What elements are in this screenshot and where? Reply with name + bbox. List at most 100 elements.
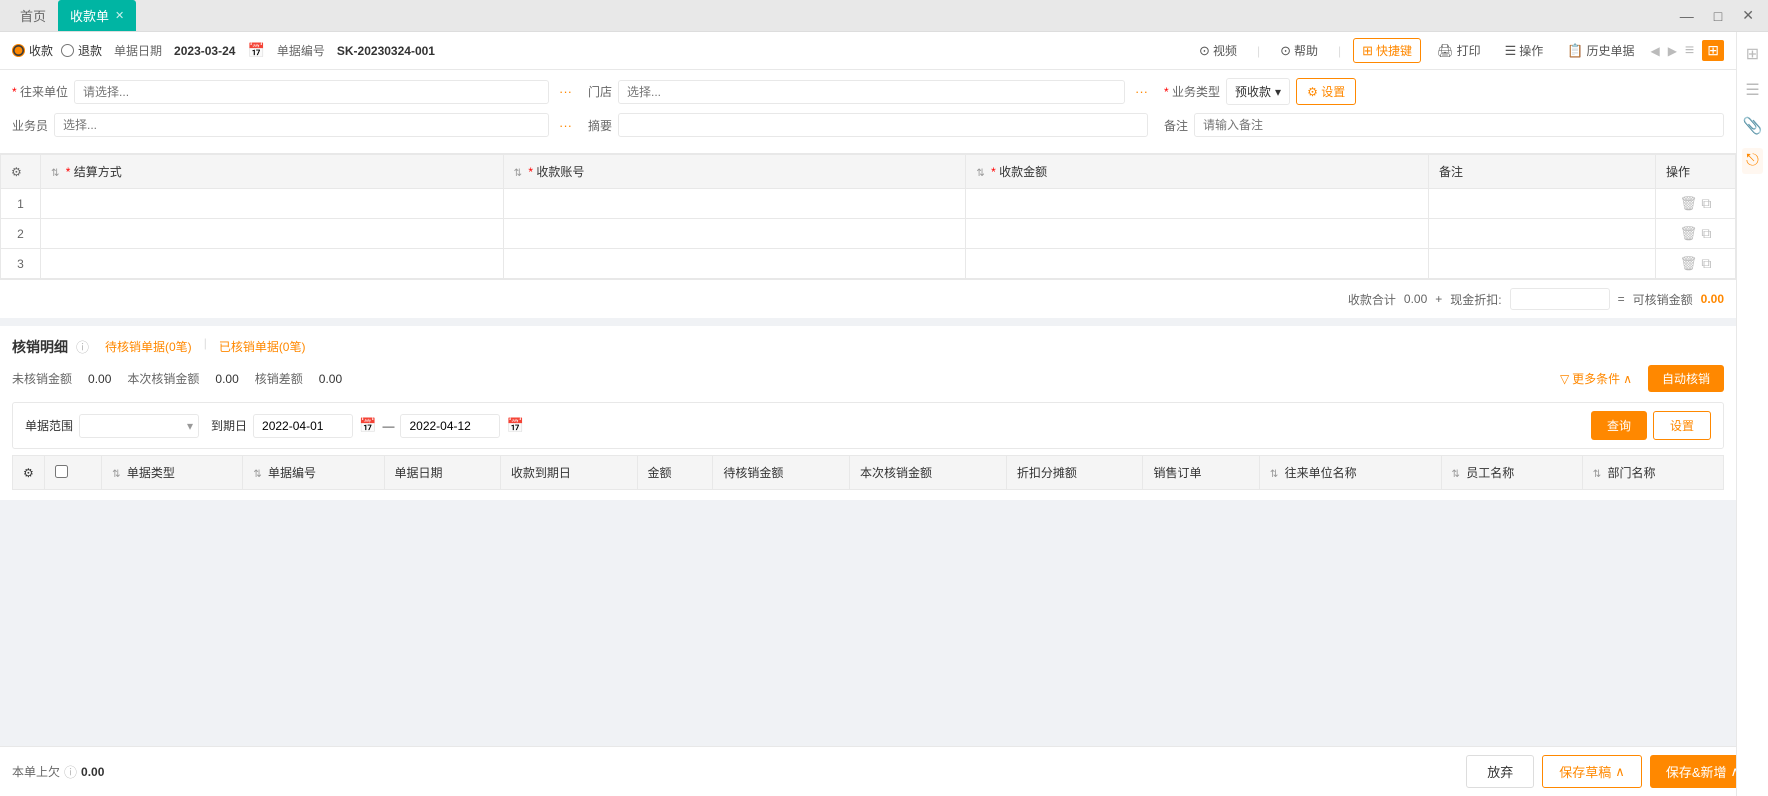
row-2-copy-icon[interactable]: ⧉ [1701,225,1711,242]
gear-icon-bottom[interactable]: ⚙ [23,466,34,480]
date-from-input[interactable] [253,414,353,438]
amount-header-label: 收款金额 [999,165,1047,179]
close-button[interactable]: ✕ [1736,5,1760,26]
sort-icon-3[interactable]: ⇅ [976,168,984,179]
stats-row: 未核销金额 0.00 本次核销金额 0.00 核销差额 0.00 ▽ 更多条件 … [12,365,1724,392]
receipt-radio-input[interactable] [12,44,25,57]
layout-grid-icon[interactable]: ⊞ [1702,40,1724,61]
account-header-label: 收款账号 [536,165,584,179]
verification-title: 核销明细 [12,337,68,357]
select-all-checkbox[interactable] [55,465,68,478]
sidebar-attach-icon[interactable]: 📎 [1739,112,1767,140]
sort-employee-icon[interactable]: ⇅ [1452,469,1460,480]
counterpart-input[interactable] [74,80,549,104]
row-3-account[interactable] [503,249,966,279]
row-3-settlement[interactable] [41,249,504,279]
collection-total-label: 收款合计 [1348,291,1396,308]
range-select[interactable] [79,414,199,438]
main-container: 收款 退款 单据日期 2023-03-24 📅 单据编号 SK-20230324… [0,32,1768,796]
help-btn-label: 帮助 [1294,42,1318,59]
row-1-account[interactable] [503,189,966,219]
row-1-notes[interactable] [1429,189,1656,219]
row-2-delete-icon[interactable]: 🗑 [1680,225,1698,242]
counterpart-required: * 往来单位 [12,83,68,100]
sort-icon-1[interactable]: ⇅ [51,168,59,179]
query-button[interactable]: 查询 [1591,411,1647,440]
window-controls: — □ ✕ [1674,5,1760,26]
print-btn-label: 打印 [1457,42,1481,59]
store-header: ⇅ 部门名称 [1582,456,1723,490]
maximize-button[interactable]: □ [1708,5,1728,26]
row-3-notes[interactable] [1429,249,1656,279]
summary-input[interactable] [618,113,1148,137]
sort-type-icon[interactable]: ⇅ [112,469,120,480]
help-button[interactable]: ⊙ 帮助 [1272,39,1326,62]
discount-input[interactable] [1510,288,1610,310]
video-button[interactable]: ⊙ 视频 [1191,39,1245,62]
row-1-delete-icon[interactable]: 🗑 [1680,195,1698,212]
minimize-button[interactable]: — [1674,5,1700,26]
history-button[interactable]: 📋 历史单据 [1559,39,1642,62]
more-conditions-btn[interactable]: ▽ 更多条件 ∧ [1560,370,1632,387]
settings-button[interactable]: ⚙ 设置 [1296,78,1356,105]
tab-home[interactable]: 首页 [8,0,58,31]
pending-tab[interactable]: 待核销单据(0笔) [97,336,200,357]
gear-icon[interactable]: ⚙ [11,165,22,179]
sidebar-table-icon[interactable]: ⊞ [1742,40,1763,68]
row-2-settlement[interactable] [41,219,504,249]
sort-counterpart-icon[interactable]: ⇅ [1270,469,1278,480]
counterpart-more-icon[interactable]: ··· [559,84,572,99]
business-type-dropdown[interactable]: 预收款 ▾ [1226,78,1290,105]
row-3-amount[interactable] [966,249,1429,279]
net-label: 可核销金额 [1633,291,1693,308]
info-icon[interactable]: ⓘ [76,337,89,356]
row-3-copy-icon[interactable]: ⧉ [1701,255,1711,272]
cal-from-icon[interactable]: 📅 [359,417,376,434]
nav-next-icon[interactable]: ▶ [1668,44,1677,58]
notes-input[interactable] [1194,113,1724,137]
save-draft-button[interactable]: 保存草稿 ∧ [1542,755,1642,788]
row-2-amount[interactable] [966,219,1429,249]
salesperson-input[interactable] [54,113,549,137]
done-tab[interactable]: 已核销单据(0笔) [211,336,314,357]
sidebar-expand-icon[interactable]: ⎋ [1742,148,1763,174]
shortcut-button[interactable]: ⊞ 快捷键 [1353,38,1421,63]
sort-icon-2[interactable]: ⇅ [514,168,522,179]
print-icon: 🖨 [1437,43,1454,59]
row-1-copy-icon[interactable]: ⧉ [1701,195,1711,212]
sort-store-icon[interactable]: ⇅ [1593,469,1601,480]
date-header: 单据日期 [384,456,500,490]
row-2-notes[interactable] [1429,219,1656,249]
store-input[interactable] [618,80,1125,104]
calendar-icon[interactable]: 📅 [247,42,264,59]
sidebar-list-icon[interactable]: ☰ [1741,76,1763,104]
row-3-delete-icon[interactable]: 🗑 [1680,255,1698,272]
receipt-radio[interactable]: 收款 [12,42,53,59]
operation-button[interactable]: ☰ 操作 [1497,39,1552,62]
right-sidebar: ⊞ ☰ 📎 ⎋ [1736,32,1768,796]
tab-close-icon[interactable]: ✕ [115,9,124,22]
tab-receipt[interactable]: 收款单 ✕ [58,0,136,31]
nav-prev-icon[interactable]: ◀ [1650,44,1659,58]
refund-radio[interactable]: 退款 [61,42,102,59]
store-more-icon[interactable]: ··· [1135,84,1148,99]
salesperson-more-icon[interactable]: ··· [559,118,572,133]
discard-button[interactable]: 放弃 [1466,755,1534,788]
row-1-amount[interactable] [966,189,1429,219]
refund-radio-input[interactable] [61,44,74,57]
date-to-input[interactable] [400,414,500,438]
cal-to-icon[interactable]: 📅 [506,417,523,434]
row-1-settlement[interactable] [41,189,504,219]
filter-settings-button[interactable]: 设置 [1653,411,1711,440]
info-bottom-icon[interactable]: ⓘ [64,762,77,781]
bottom-label: 本单上欠 ⓘ 0.00 [12,762,104,781]
chevron-up-icon: ∧ [1623,372,1632,386]
business-type-required: * 业务类型 [1164,83,1220,100]
layout-list-icon[interactable]: ≡ [1685,42,1694,60]
receipt-table-container: ⚙ ⇅ * 结算方式 ⇅ * 收款账号 [0,154,1736,279]
auto-verification-button[interactable]: 自动核销 [1648,365,1724,392]
receipt-table: ⚙ ⇅ * 结算方式 ⇅ * 收款账号 [0,154,1736,279]
print-button[interactable]: 🖨 打印 [1429,39,1489,62]
row-2-account[interactable] [503,219,966,249]
sort-number-icon[interactable]: ⇅ [253,469,261,480]
